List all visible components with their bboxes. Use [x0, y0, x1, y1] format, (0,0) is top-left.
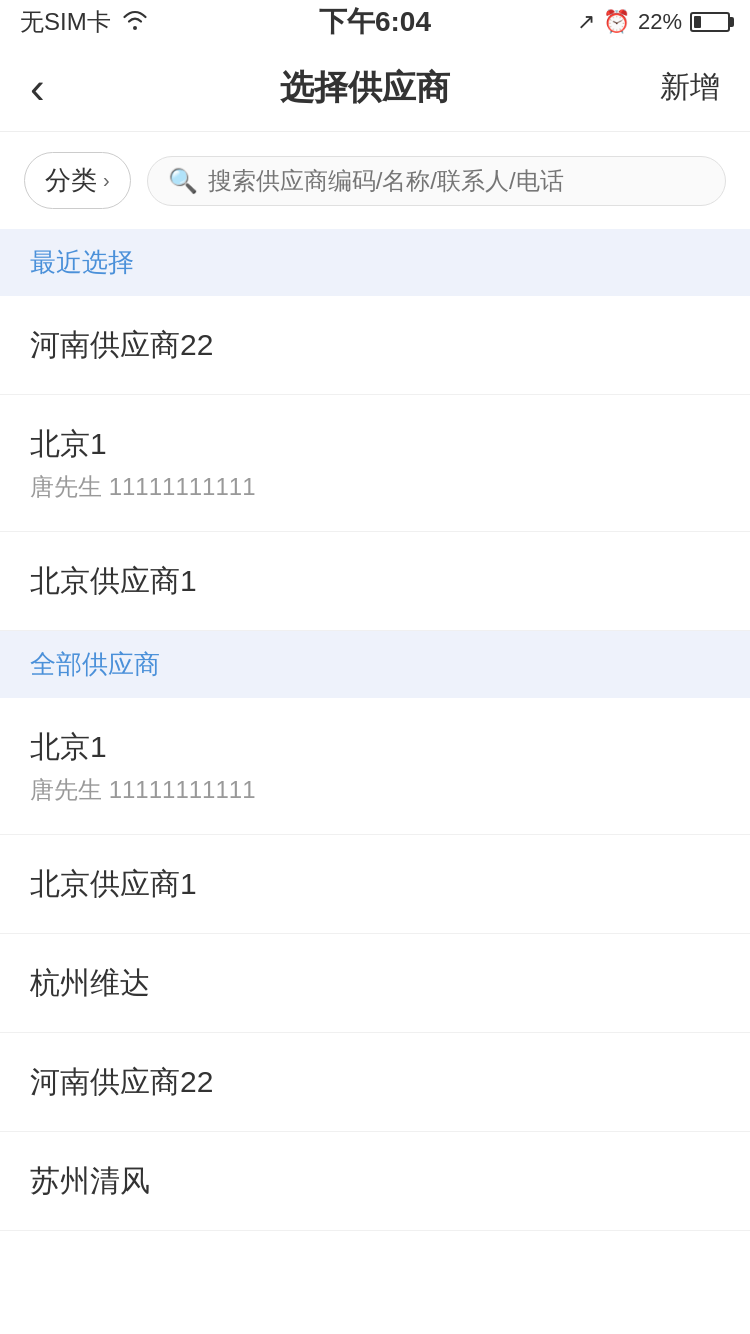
list-item[interactable]: 北京1 唐先生 11111111111 [0, 698, 750, 835]
list-item[interactable]: 杭州维达 [0, 934, 750, 1033]
list-item[interactable]: 河南供应商22 [0, 1033, 750, 1132]
battery-fill [694, 16, 701, 28]
filter-bar: 分类 › 🔍 [0, 132, 750, 229]
category-button[interactable]: 分类 › [24, 152, 131, 209]
list-item[interactable]: 北京供应商1 [0, 835, 750, 934]
wifi-icon [121, 8, 149, 36]
category-label: 分类 [45, 163, 97, 198]
item-sub: 唐先生 11111111111 [30, 774, 720, 806]
back-button[interactable]: ‹ [30, 66, 90, 110]
status-carrier: 无SIM卡 [20, 6, 149, 38]
add-button[interactable]: 新增 [640, 67, 720, 108]
location-icon: ↗ [577, 9, 595, 35]
item-name: 杭州维达 [30, 962, 720, 1004]
status-indicators: ↗ ⏰ 22% [577, 9, 730, 35]
search-icon: 🔍 [168, 167, 198, 195]
section-header-recent: 最近选择 [0, 229, 750, 296]
item-name: 北京供应商1 [30, 560, 720, 602]
list-item[interactable]: 北京供应商1 [0, 532, 750, 631]
search-input[interactable] [208, 167, 705, 195]
status-bar: 无SIM卡 下午6:04 ↗ ⏰ 22% [0, 0, 750, 44]
list-item[interactable]: 苏州清风 [0, 1132, 750, 1231]
search-bar[interactable]: 🔍 [147, 156, 726, 206]
list-item[interactable]: 北京1 唐先生 11111111111 [0, 395, 750, 532]
alarm-icon: ⏰ [603, 9, 630, 35]
status-time: 下午6:04 [319, 3, 431, 41]
section-header-all: 全部供应商 [0, 631, 750, 698]
item-name: 苏州清风 [30, 1160, 720, 1202]
carrier-text: 无SIM卡 [20, 6, 111, 38]
sections-container: 最近选择河南供应商22 北京1 唐先生 11111111111 北京供应商1 全部供应商… [0, 229, 750, 1231]
item-name: 河南供应商22 [30, 1061, 720, 1103]
item-sub: 唐先生 11111111111 [30, 471, 720, 503]
item-name: 北京供应商1 [30, 863, 720, 905]
page-title: 选择供应商 [280, 65, 450, 111]
battery-icon [690, 12, 730, 32]
item-name: 北京1 [30, 423, 720, 465]
list-item[interactable]: 河南供应商22 [0, 296, 750, 395]
item-name: 北京1 [30, 726, 720, 768]
chevron-right-icon: › [103, 169, 110, 192]
nav-bar: ‹ 选择供应商 新增 [0, 44, 750, 132]
item-name: 河南供应商22 [30, 324, 720, 366]
battery-percent: 22% [638, 9, 682, 35]
